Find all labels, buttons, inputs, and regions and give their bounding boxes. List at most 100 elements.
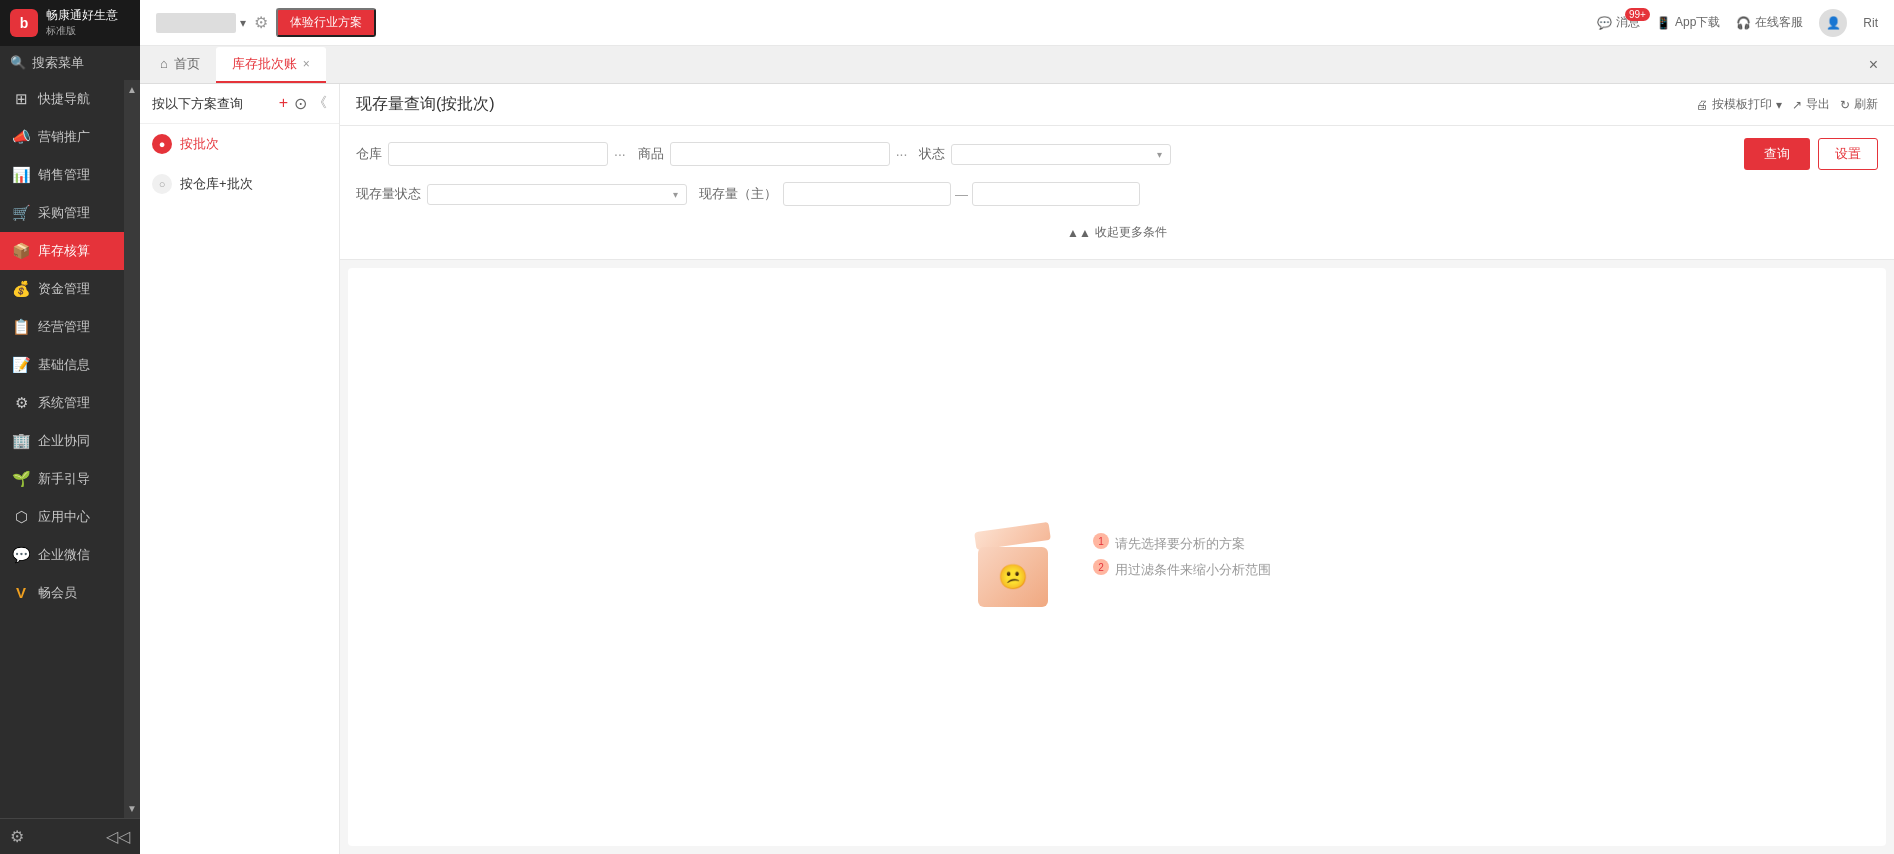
sidebar-header: b 畅康通好生意 标准版: [0, 0, 140, 46]
status-select[interactable]: ▾: [951, 144, 1171, 165]
sidebar-item-newbie[interactable]: 🌱 新手引导: [0, 460, 124, 498]
app-logo: b: [10, 9, 38, 37]
product-more-button[interactable]: ···: [896, 146, 908, 162]
empty-box-lid: [974, 522, 1051, 550]
trial-button[interactable]: 体验行业方案: [276, 8, 376, 37]
filter-item-by-batch[interactable]: ● 按批次: [140, 124, 339, 164]
warehouse-label: 仓库: [356, 145, 382, 163]
export-icon: ↗: [1792, 98, 1802, 112]
quantity-range: —: [783, 182, 1140, 206]
query-header: 现存量查询(按批次) 🖨 按模板打印 ▾ ↗ 导出 ↻ 刷新: [340, 84, 1894, 126]
second-filter-row: 现存量状态 ▾ 现存量（主） —: [356, 182, 1878, 206]
app-version: 标准版: [46, 24, 118, 38]
print-button[interactable]: 🖨 按模板打印 ▾: [1696, 96, 1782, 113]
search-menu-item[interactable]: 🔍 搜索菜单: [0, 46, 140, 80]
sidebar-item-wechat[interactable]: 💬 企业微信: [0, 536, 124, 574]
message-icon: 💬: [1597, 16, 1612, 30]
print-dropdown-arrow[interactable]: ▾: [1776, 98, 1782, 112]
empty-text: 1 请先选择要分析的方案 2 用过滤条件来缩小分析范围: [1093, 531, 1271, 583]
filter-add-button[interactable]: +: [279, 94, 288, 113]
filter-inactive-icon: ○: [159, 178, 166, 190]
scroll-up-arrow[interactable]: ▲: [125, 82, 139, 97]
sidebar-item-marketing[interactable]: 📣 营销推广: [0, 118, 124, 156]
filter-dot-active: ●: [152, 134, 172, 154]
sidebar-item-sales[interactable]: 📊 销售管理: [0, 156, 124, 194]
online-service-button[interactable]: 🎧 在线客服: [1736, 14, 1803, 31]
empty-illustration: 😕: [963, 507, 1063, 607]
members-icon: V: [12, 584, 30, 601]
tab-panel-close-button[interactable]: ×: [1857, 56, 1890, 74]
page-title: 现存量查询(按批次): [356, 94, 495, 115]
filter-row: 仓库 ··· 商品 ··· 状态 ▾: [340, 126, 1894, 260]
query-header-actions: 🖨 按模板打印 ▾ ↗ 导出 ↻ 刷新: [1696, 96, 1878, 113]
quantity-min-input[interactable]: [783, 182, 951, 206]
refresh-button[interactable]: ↻ 刷新: [1840, 96, 1878, 113]
sidebar-item-basic[interactable]: 📝 基础信息: [0, 346, 124, 384]
sidebar-settings-icon[interactable]: ⚙: [10, 827, 24, 846]
headset-icon: 🎧: [1736, 16, 1751, 30]
sidebar-item-enterprise[interactable]: 🏢 企业协同: [0, 422, 124, 460]
empty-state: 😕 1 请先选择要分析的方案 2 用过滤条件来缩小分析范围: [348, 268, 1886, 846]
product-input[interactable]: [670, 142, 890, 166]
system-icon: ⚙: [12, 394, 30, 412]
filter-item-by-warehouse-batch[interactable]: ○ 按仓库+批次: [140, 164, 339, 204]
collapse-more-button[interactable]: ▲▲ 收起更多条件: [356, 218, 1878, 247]
tab-inventory-batch[interactable]: 库存批次账 ×: [216, 47, 326, 83]
quick-nav-icon: ⊞: [12, 90, 30, 108]
topbar-settings-icon[interactable]: ⚙: [254, 13, 268, 32]
sidebar-item-members[interactable]: V 畅会员: [0, 574, 124, 612]
dropdown-arrow-icon: ▾: [240, 16, 246, 30]
main-wrapper: ▾ ⚙ 体验行业方案 💬 消息 99+ 📱 App下载 🎧 在线客服 👤 Rit: [140, 0, 1894, 854]
sidebar-item-apps[interactable]: ⬡ 应用中心: [0, 498, 124, 536]
messages-button[interactable]: 💬 消息 99+: [1597, 14, 1640, 31]
tab-close-icon[interactable]: ×: [303, 57, 310, 71]
filter-active-icon: ●: [159, 138, 166, 150]
inventory-status-label: 现存量状态: [356, 185, 421, 203]
operations-icon: 📋: [12, 318, 30, 336]
quantity-max-input[interactable]: [972, 182, 1140, 206]
username-label: Rit: [1863, 16, 1878, 30]
hint-1: 请先选择要分析的方案: [1115, 531, 1245, 557]
filter-actions: 查询 设置: [1744, 138, 1878, 170]
export-button[interactable]: ↗ 导出: [1792, 96, 1830, 113]
filter-collapse-button[interactable]: 《: [313, 94, 327, 113]
collapse-up-icon: ▲▲: [1067, 226, 1091, 240]
hint-item-1: 1 请先选择要分析的方案: [1093, 531, 1271, 557]
query-area: 现存量查询(按批次) 🖨 按模板打印 ▾ ↗ 导出 ↻ 刷新: [340, 84, 1894, 854]
settings-button[interactable]: 设置: [1818, 138, 1878, 170]
page-content: 按以下方案查询 + ⊙ 《 ● 按批次 ○ 按仓库+批次: [140, 84, 1894, 854]
search-icon: 🔍: [10, 55, 26, 70]
app-name: 畅康通好生意: [46, 8, 118, 24]
tabs-bar: ⌂ 首页 库存批次账 × ×: [140, 46, 1894, 84]
sidebar-item-finance[interactable]: 💰 资金管理: [0, 270, 124, 308]
topbar-dropdown[interactable]: ▾: [156, 13, 246, 33]
user-avatar[interactable]: 👤: [1819, 9, 1847, 37]
sidebar-item-quick-nav[interactable]: ⊞ 快捷导航: [0, 80, 124, 118]
user-icon: 👤: [1826, 16, 1841, 30]
filter-panel: 按以下方案查询 + ⊙ 《 ● 按批次 ○ 按仓库+批次: [140, 84, 340, 854]
status-select-arrow: ▾: [1157, 149, 1162, 160]
filter-dot-inactive: ○: [152, 174, 172, 194]
warehouse-more-button[interactable]: ···: [614, 146, 626, 162]
query-button[interactable]: 查询: [1744, 138, 1810, 170]
sidebar-footer: ⚙ ◁◁: [0, 818, 140, 854]
sidebar-item-inventory[interactable]: 📦 库存核算: [0, 232, 124, 270]
purchase-icon: 🛒: [12, 204, 30, 222]
home-icon: ⌂: [160, 56, 168, 71]
basic-icon: 📝: [12, 356, 30, 374]
scroll-down-arrow[interactable]: ▼: [125, 801, 139, 816]
marketing-icon: 📣: [12, 128, 30, 146]
apps-icon: ⬡: [12, 508, 30, 526]
app-download-button[interactable]: 📱 App下载: [1656, 14, 1720, 31]
warehouse-input[interactable]: [388, 142, 608, 166]
newbie-icon: 🌱: [12, 470, 30, 488]
sidebar-item-operations[interactable]: 📋 经营管理: [0, 308, 124, 346]
topbar: ▾ ⚙ 体验行业方案 💬 消息 99+ 📱 App下载 🎧 在线客服 👤 Rit: [140, 0, 1894, 46]
sidebar-item-system[interactable]: ⚙ 系统管理: [0, 384, 124, 422]
sidebar-collapse-icon[interactable]: ◁◁: [106, 827, 130, 846]
sales-icon: 📊: [12, 166, 30, 184]
filter-settings-button[interactable]: ⊙: [294, 94, 307, 113]
inventory-status-select[interactable]: ▾: [427, 184, 687, 205]
sidebar-item-purchase[interactable]: 🛒 采购管理: [0, 194, 124, 232]
tab-home[interactable]: ⌂ 首页: [144, 47, 216, 83]
